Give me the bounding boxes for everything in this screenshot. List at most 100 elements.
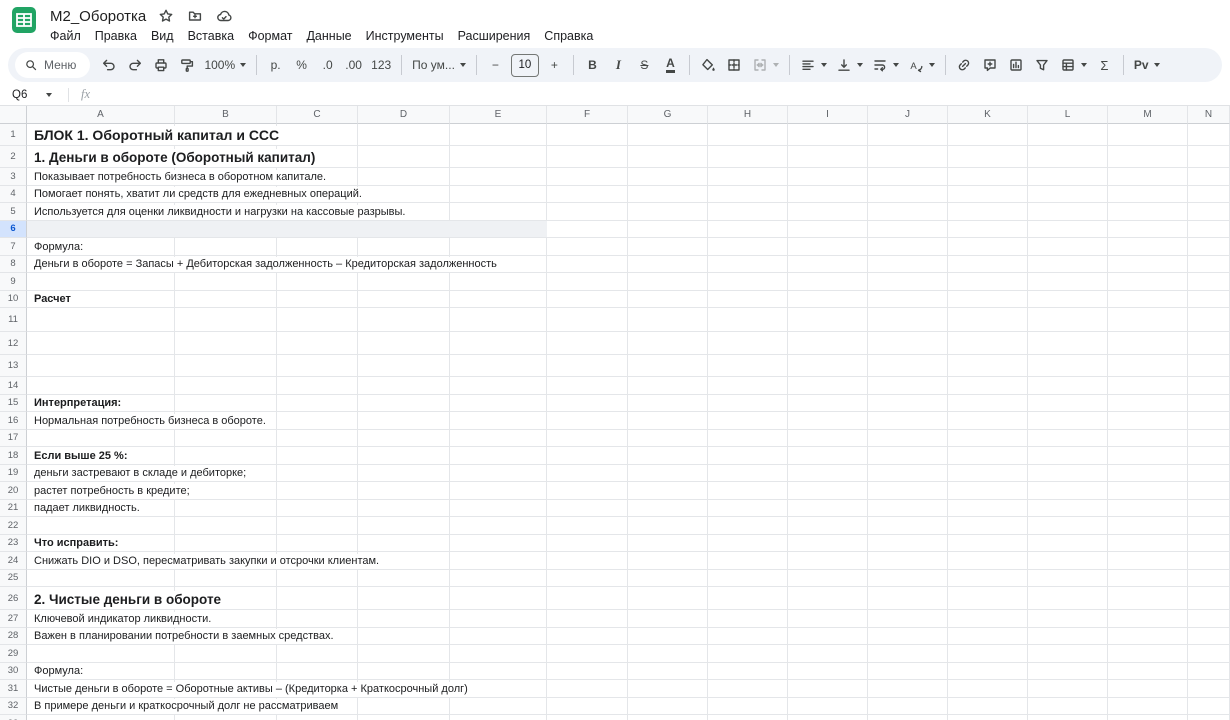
sheet-row-20[interactable]: растет потребность в кредите; [27,482,1230,500]
document-title[interactable]: M2_Оборотка [50,8,146,25]
sheet-row-14[interactable] [27,377,1230,395]
sheet-row-22[interactable] [27,517,1230,535]
redo-button[interactable] [122,52,147,78]
increase-decimals-button[interactable]: .00 [341,52,366,78]
row-header-22[interactable]: 22 [0,517,27,535]
sheet-row-18[interactable]: Если выше 25 %: [27,447,1230,465]
row-header-13[interactable]: 13 [0,355,27,377]
font-size-input[interactable]: 10 [510,53,539,77]
vertical-align-button[interactable] [832,52,867,78]
fill-color-button[interactable] [696,52,721,78]
text-rotation-button[interactable]: A [904,52,939,78]
row-header-15[interactable]: 15 [0,394,27,412]
column-header-H[interactable]: H [708,106,788,124]
sheet-row-32[interactable]: В примере деньги и краткосрочный долг не… [27,698,1230,715]
sheet-row-24[interactable]: Снижать DIO и DSO, пересматривать закупк… [27,552,1230,570]
column-header-A[interactable]: A [27,106,175,124]
select-all-corner[interactable] [0,106,27,124]
sheet-row-23[interactable]: Что исправить: [27,535,1230,552]
formula-input[interactable] [90,84,1230,105]
strikethrough-button[interactable]: S [632,52,657,78]
sheet-row-17[interactable] [27,430,1230,447]
row-header-3[interactable]: 3 [0,168,27,186]
column-header-L[interactable]: L [1028,106,1108,124]
sheet-row-2[interactable]: 1. Деньги в обороте (Оборотный капитал) [27,146,1230,168]
sheet-row-16[interactable]: Нормальная потребность бизнеса в обороте… [27,412,1230,430]
row-header-5[interactable]: 5 [0,203,27,221]
sheet-row-30[interactable]: Формула: [27,663,1230,680]
row-header-30[interactable]: 30 [0,662,27,680]
merge-cells-button[interactable] [748,52,783,78]
row-header-16[interactable]: 16 [0,412,27,430]
row-header-10[interactable]: 10 [0,290,27,308]
sheet-row-15[interactable]: Интерпретация: [27,395,1230,412]
column-header-N[interactable]: N [1188,106,1230,124]
bold-button[interactable]: B [580,52,605,78]
row-header-1[interactable]: 1 [0,124,27,146]
row-header-18[interactable]: 18 [0,447,27,465]
sheet-row-28[interactable]: Важен в планировании потребности в заемн… [27,628,1230,645]
column-header-C[interactable]: C [277,106,358,124]
currency-ruble-button[interactable]: р. [263,52,288,78]
insert-chart-button[interactable] [1004,52,1029,78]
row-header-11[interactable]: 11 [0,308,27,332]
row-header-17[interactable]: 17 [0,429,27,447]
sheet-row-29[interactable] [27,645,1230,663]
row-header-9[interactable]: 9 [0,273,27,291]
decrease-font-size-button[interactable]: − [483,52,508,78]
sheet-row-1[interactable]: БЛОК 1. Оборотный капитал и ССС [27,124,1230,146]
zoom-select[interactable]: 100% [200,52,250,78]
menu-data[interactable]: Данные [299,28,358,44]
menu-file[interactable]: Файл [43,28,88,44]
sheet-row-19[interactable]: деньги застревают в складе и дебиторке; [27,465,1230,482]
column-header-I[interactable]: I [788,106,868,124]
star-button[interactable] [158,8,174,24]
row-header-25[interactable]: 25 [0,569,27,587]
cells-area[interactable]: БЛОК 1. Оборотный капитал и ССС 1. Деньги… [27,124,1230,720]
sheets-logo[interactable] [10,6,38,34]
sheet-row-6[interactable] [27,221,1230,238]
row-header-8[interactable]: 8 [0,255,27,273]
column-header-D[interactable]: D [358,106,450,124]
row-header-28[interactable]: 28 [0,627,27,645]
sheet-row-27[interactable]: Ключевой индикатор ликвидности. [27,610,1230,628]
column-header-K[interactable]: K [948,106,1028,124]
row-header-6[interactable]: 6 [0,220,27,238]
horizontal-align-button[interactable] [796,52,831,78]
print-button[interactable] [148,52,173,78]
column-header-G[interactable]: G [628,106,708,124]
undo-button[interactable] [96,52,121,78]
row-header-19[interactable]: 19 [0,464,27,482]
column-header-E[interactable]: E [450,106,547,124]
borders-button[interactable] [722,52,747,78]
row-header-21[interactable]: 21 [0,499,27,517]
column-header-B[interactable]: B [175,106,277,124]
text-wrap-button[interactable] [868,52,903,78]
menu-edit[interactable]: Правка [88,28,144,44]
row-header-26[interactable]: 26 [0,587,27,610]
pv-extension-button[interactable]: Pv [1130,52,1164,78]
row-header-27[interactable]: 27 [0,610,27,628]
row-header-29[interactable]: 29 [0,645,27,663]
sheet-row-4[interactable]: Помогает понять, хватит ли средств для е… [27,186,1230,203]
menu-format[interactable]: Формат [241,28,299,44]
row-header-7[interactable]: 7 [0,238,27,256]
sheet-row-12[interactable] [27,332,1230,355]
cell-name-box[interactable]: Q6 [0,88,58,102]
row-header-23[interactable]: 23 [0,534,27,552]
row-header-14[interactable]: 14 [0,377,27,395]
row-header-12[interactable]: 12 [0,332,27,355]
insert-link-button[interactable] [952,52,977,78]
sheet-row-31[interactable]: Чистые деньги в обороте = Оборотные акти… [27,680,1230,698]
column-header-F[interactable]: F [547,106,628,124]
toolbar-search[interactable]: Меню [15,52,91,78]
sheet-row-26[interactable]: 2. Чистые деньги в обороте [27,587,1230,610]
column-header-M[interactable]: M [1108,106,1188,124]
row-header-20[interactable]: 20 [0,482,27,500]
sheet-row-13[interactable] [27,355,1230,377]
menu-view[interactable]: Вид [144,28,181,44]
table-views-button[interactable] [1056,52,1091,78]
menu-tools[interactable]: Инструменты [359,28,451,44]
sheet-row-7[interactable]: Формула: [27,238,1230,256]
row-header-4[interactable]: 4 [0,185,27,203]
